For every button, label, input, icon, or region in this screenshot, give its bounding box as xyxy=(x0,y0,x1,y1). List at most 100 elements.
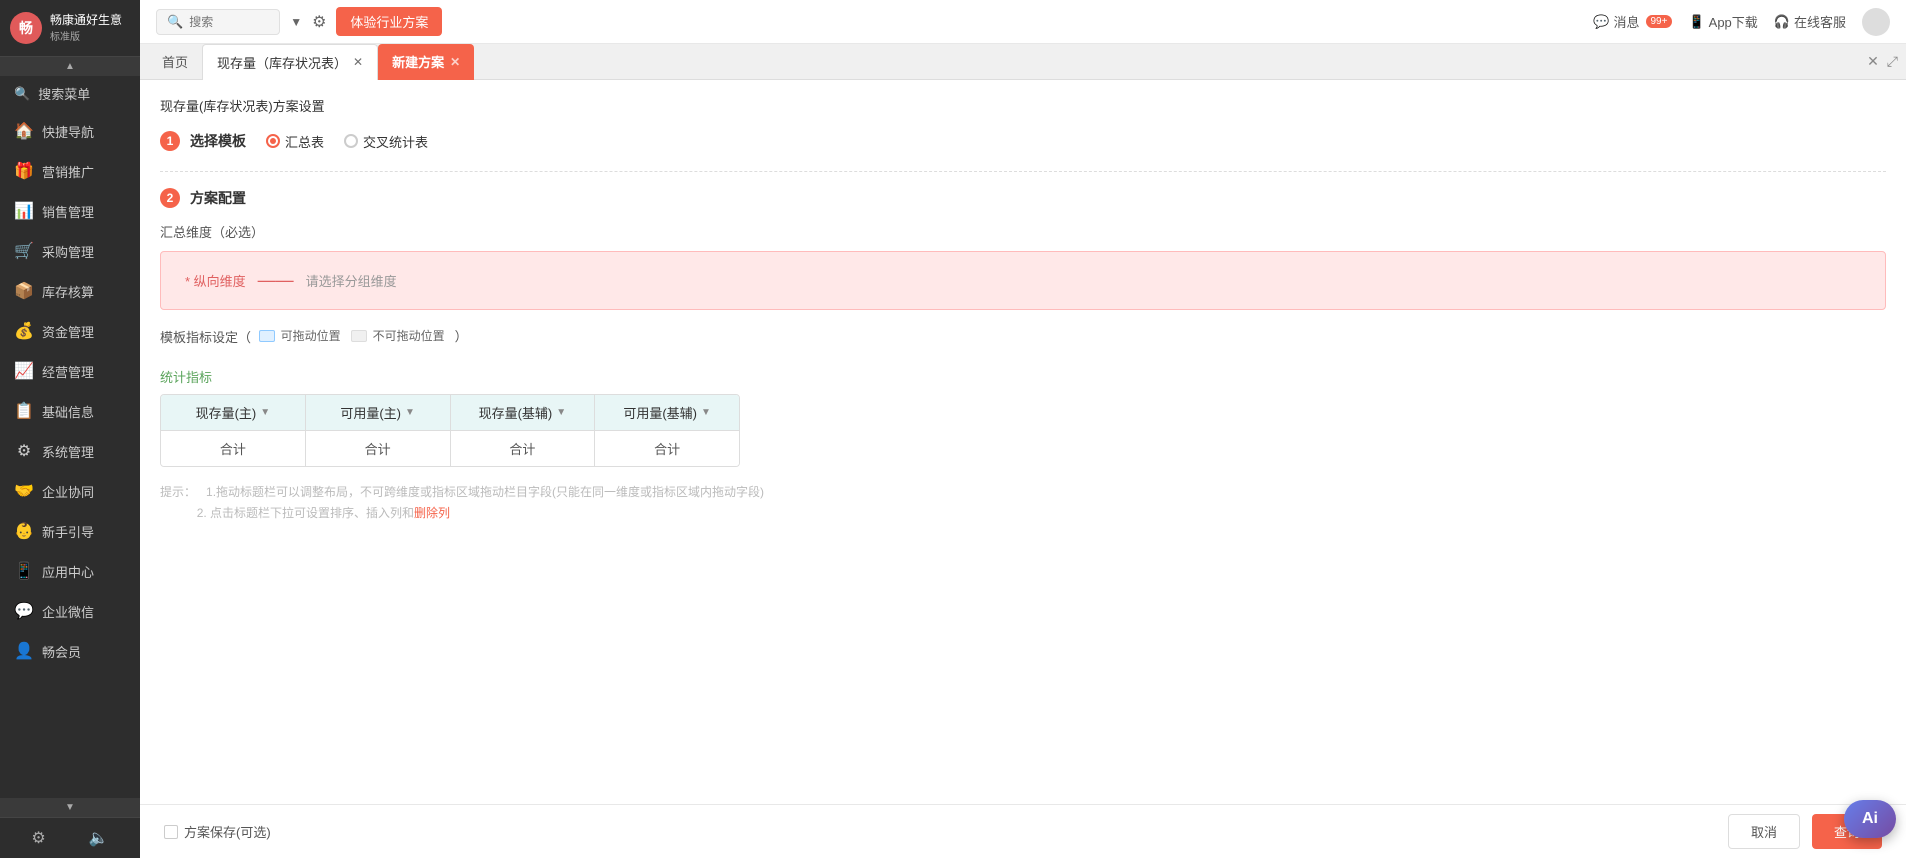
stats-col-3-header[interactable]: 可用量(基辅) ▼ xyxy=(595,395,739,430)
topbar-dropdown-icon[interactable]: ▼ xyxy=(290,15,302,29)
messages-button[interactable]: 💬 消息 99+ xyxy=(1593,12,1672,31)
sidebar-search-label: 搜索菜单 xyxy=(38,84,90,103)
sidebar-member-label: 畅会员 xyxy=(42,642,81,661)
tab-new-plan-close-icon[interactable]: ✕ xyxy=(450,55,460,69)
content-area: 现存量(库存状况表)方案设置 1 选择模板 汇总表 交叉统计表 xyxy=(140,80,1906,858)
sidebar-item-sales[interactable]: 📊 销售管理 xyxy=(0,191,140,231)
tab-new-plan-label: 新建方案 xyxy=(392,52,444,71)
basic-info-icon: 📋 xyxy=(14,401,34,421)
settings-icon[interactable]: ⚙ xyxy=(31,828,45,848)
stats-col-2-chevron: ▼ xyxy=(556,407,566,418)
sidebar-operations-label: 经营管理 xyxy=(42,362,94,381)
save-checkbox[interactable] xyxy=(164,825,178,839)
close-panel-icon[interactable]: ✕ xyxy=(1867,53,1879,70)
sidebar-footer: ⚙ 🔈 xyxy=(0,817,140,858)
sidebar-new-guide-label: 新手引导 xyxy=(42,522,94,541)
app-download-button[interactable]: 📱 App下载 xyxy=(1688,12,1757,31)
template-indicator-suffix: ） xyxy=(455,326,468,345)
tab-inventory-close-icon[interactable]: ✕ xyxy=(353,55,363,69)
topbar: 🔍 ▼ ⚙ 体验行业方案 💬 消息 99+ 📱 App下载 🎧 在线客服 xyxy=(140,0,1906,44)
trial-button[interactable]: 体验行业方案 xyxy=(336,7,442,36)
ai-fab-button[interactable]: Ai xyxy=(1844,800,1896,838)
sidebar-scroll-down[interactable]: ▼ xyxy=(0,798,140,817)
dimension-arrow: —— xyxy=(258,270,294,291)
sidebar-item-search[interactable]: 🔍 搜索菜单 xyxy=(0,76,140,111)
tab-inventory[interactable]: 现存量（库存状况表） ✕ xyxy=(202,44,378,80)
tips-section: 提示： 1.拖动标题栏可以调整布局，不可跨维度或指标区域拖动栏目字段(只能在同一… xyxy=(160,483,1886,521)
stats-col-1-header[interactable]: 可用量(主) ▼ xyxy=(306,395,451,430)
sidebar-inventory-label: 库存核算 xyxy=(42,282,94,301)
topbar-search-icon: 🔍 xyxy=(167,14,183,30)
tab-new-plan[interactable]: 新建方案 ✕ xyxy=(378,44,474,80)
messages-icon: 💬 xyxy=(1593,14,1609,30)
tab-home[interactable]: 首页 xyxy=(148,44,202,80)
logo-icon: 畅 xyxy=(10,12,42,44)
draggable-legend: 可拖动位置 xyxy=(259,327,341,344)
expand-icon[interactable]: ⤢ xyxy=(1887,53,1898,70)
tab-inventory-label: 现存量（库存状况表） xyxy=(217,53,347,72)
stats-section: 统计指标 现存量(主) ▼ 可用量(主) ▼ xyxy=(160,367,1886,467)
sidebar-item-app-center[interactable]: 📱 应用中心 xyxy=(0,551,140,591)
stats-body-col-0: 合计 xyxy=(161,430,306,466)
radio-cross-label: 交叉统计表 xyxy=(363,132,428,151)
app-center-icon: 📱 xyxy=(14,561,34,581)
speaker-icon[interactable]: 🔈 xyxy=(89,828,109,848)
draggable-legend-icon xyxy=(259,330,275,342)
sidebar-item-member[interactable]: 👤 畅会员 xyxy=(0,631,140,671)
tip-1: 提示： 1.拖动标题栏可以调整布局，不可跨维度或指标区域拖动栏目字段(只能在同一… xyxy=(160,483,1886,500)
step2-badge: 2 xyxy=(160,188,180,208)
sidebar-item-finance[interactable]: 💰 资金管理 xyxy=(0,311,140,351)
stats-section-label: 统计指标 xyxy=(160,367,1886,386)
stats-table-body: 合计 合计 合计 合计 xyxy=(161,430,739,466)
tabbar: 首页 现存量（库存状况表） ✕ 新建方案 ✕ ✕ ⤢ xyxy=(140,44,1906,80)
topbar-left: 🔍 ▼ ⚙ 体验行业方案 xyxy=(156,7,442,36)
topbar-search-input[interactable] xyxy=(189,15,269,29)
stats-col-2-header[interactable]: 现存量(基辅) ▼ xyxy=(451,395,596,430)
sidebar-item-cooperation[interactable]: 🤝 企业协同 xyxy=(0,471,140,511)
cancel-button[interactable]: 取消 xyxy=(1728,814,1800,849)
stats-table: 现存量(主) ▼ 可用量(主) ▼ 现存量(基辅) ▼ xyxy=(160,394,740,467)
topbar-gear-icon[interactable]: ⚙ xyxy=(312,12,326,32)
purchase-icon: 🛒 xyxy=(14,241,34,261)
sidebar-item-basic-info[interactable]: 📋 基础信息 xyxy=(0,391,140,431)
tabbar-actions: ✕ ⤢ xyxy=(1867,53,1898,70)
sidebar-item-inventory[interactable]: 📦 库存核算 xyxy=(0,271,140,311)
sidebar-item-quick-nav[interactable]: 🏠 快捷导航 xyxy=(0,111,140,151)
dimension-section-label: 汇总维度（必选） xyxy=(160,222,1886,241)
sidebar-item-purchase[interactable]: 🛒 采购管理 xyxy=(0,231,140,271)
sidebar-cooperation-label: 企业协同 xyxy=(42,482,94,501)
stats-body-col-3: 合计 xyxy=(595,430,739,466)
dimension-select-hint[interactable]: 请选择分组维度 xyxy=(306,271,397,290)
stats-col-3-label: 可用量(基辅) xyxy=(623,403,697,422)
content-inner: 现存量(库存状况表)方案设置 1 选择模板 汇总表 交叉统计表 xyxy=(140,80,1906,858)
inventory-icon: 📦 xyxy=(14,281,34,301)
stats-col-0-header[interactable]: 现存量(主) ▼ xyxy=(161,395,306,430)
topbar-search-container: 🔍 xyxy=(156,9,280,35)
page-title: 现存量(库存状况表)方案设置 xyxy=(160,96,1886,115)
sidebar-item-enterprise-wechat[interactable]: 💬 企业微信 xyxy=(0,591,140,631)
sidebar-sales-label: 销售管理 xyxy=(42,202,94,221)
radio-summary[interactable]: 汇总表 xyxy=(266,132,324,151)
stats-col-0-label: 现存量(主) xyxy=(196,403,257,422)
sidebar-item-operations[interactable]: 📈 经营管理 xyxy=(0,351,140,391)
online-service-button[interactable]: 🎧 在线客服 xyxy=(1774,12,1846,31)
tab-home-label: 首页 xyxy=(162,52,188,71)
enterprise-wechat-icon: 💬 xyxy=(14,601,34,621)
system-icon: ⚙ xyxy=(14,441,34,461)
sidebar-item-system[interactable]: ⚙ 系统管理 xyxy=(0,431,140,471)
tip2-highlight: 删除列 xyxy=(414,506,450,520)
user-avatar[interactable] xyxy=(1862,8,1890,36)
dimension-required-area: * 纵向维度 —— 请选择分组维度 xyxy=(160,251,1886,310)
sidebar-marketing-label: 营销推广 xyxy=(42,162,94,181)
sidebar-item-new-guide[interactable]: 👶 新手引导 xyxy=(0,511,140,551)
sidebar-finance-label: 资金管理 xyxy=(42,322,94,341)
sidebar-scroll-up[interactable]: ▲ xyxy=(0,57,140,76)
step2-header: 2 方案配置 xyxy=(160,188,1886,208)
step-divider-1 xyxy=(160,171,1886,172)
radio-cross[interactable]: 交叉统计表 xyxy=(344,132,428,151)
template-indicator-text: 模板指标设定（ 可拖动位置 不可拖动位置 ） xyxy=(160,330,468,345)
sidebar-item-marketing[interactable]: 🎁 营销推广 xyxy=(0,151,140,191)
tip-2: 2. 点击标题栏下拉可设置排序、插入列和删除列 xyxy=(160,504,1886,521)
sidebar: 畅 畅康通好生意 标准版 ▲ 🔍 搜索菜单 🏠 快捷导航 🎁 营销推广 📊 销售… xyxy=(0,0,140,858)
bottom-bar: 方案保存(可选) 取消 查询 xyxy=(140,804,1906,858)
